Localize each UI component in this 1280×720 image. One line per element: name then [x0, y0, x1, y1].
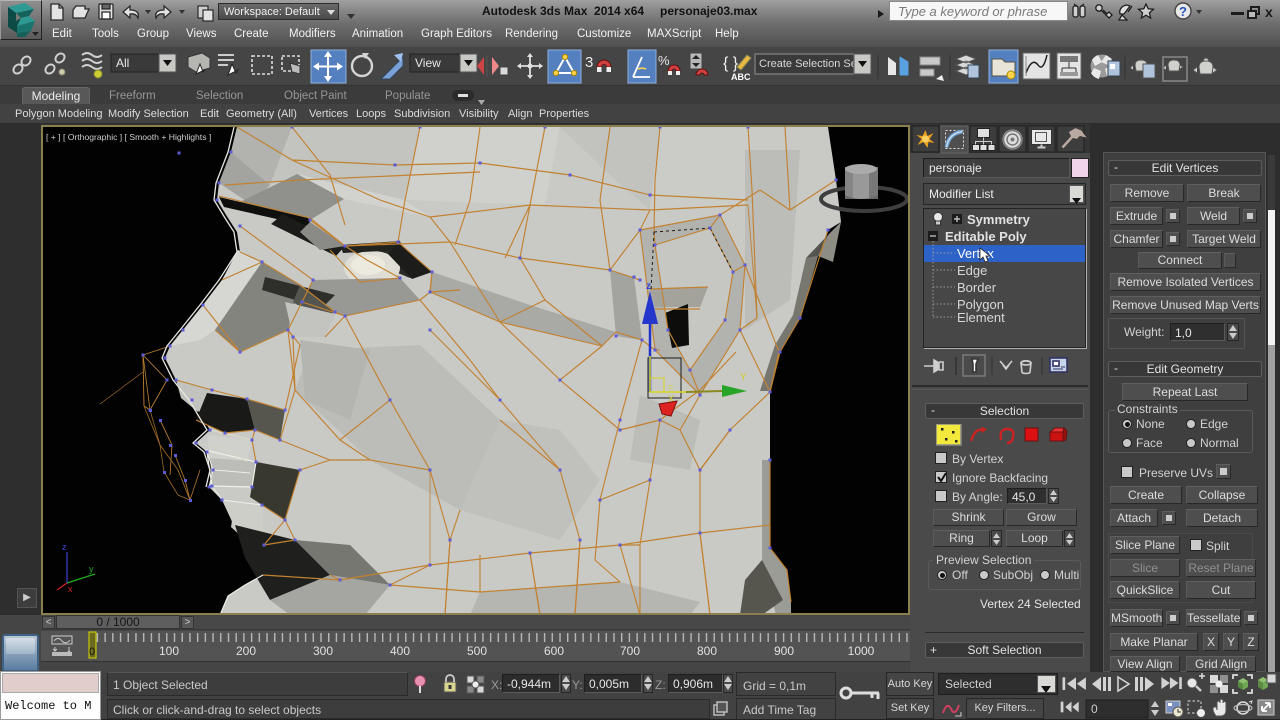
svg-text:Edge: Edge — [957, 263, 987, 278]
svg-text:200: 200 — [236, 644, 256, 658]
svg-text:=: = — [668, 382, 673, 392]
svg-text:?: ? — [1179, 4, 1187, 19]
svg-text:100: 100 — [159, 644, 179, 658]
svg-text:{ }: { } — [723, 55, 739, 72]
svg-text:Symmetry: Symmetry — [967, 212, 1031, 227]
svg-text:0: 0 — [1091, 702, 1098, 716]
svg-text:300: 300 — [313, 644, 333, 658]
svg-text:ABC: ABC — [731, 72, 751, 82]
svg-text:[ + ] [ Orthographic ] [ Smoot: [ + ] [ Orthographic ] [ Smooth + Highli… — [46, 132, 211, 142]
svg-text:z: z — [62, 542, 67, 552]
svg-text:600: 600 — [544, 644, 564, 658]
svg-text:800: 800 — [697, 644, 717, 658]
svg-text:Y: Y — [740, 372, 747, 383]
svg-text:500: 500 — [467, 644, 487, 658]
svg-text:1000: 1000 — [848, 644, 875, 658]
svg-text:Editable Poly: Editable Poly — [945, 229, 1027, 244]
svg-text:x: x — [68, 584, 73, 594]
svg-text:%: % — [658, 53, 670, 68]
svg-text:400: 400 — [390, 644, 410, 658]
svg-text:Border: Border — [957, 280, 997, 295]
svg-text:Element: Element — [957, 310, 1005, 325]
svg-text:700: 700 — [620, 644, 640, 658]
svg-text:All: All — [116, 56, 129, 70]
svg-text:View: View — [415, 56, 441, 70]
svg-text:3: 3 — [585, 54, 593, 71]
svg-text:Create Selection Se: Create Selection Se — [759, 58, 857, 70]
svg-text:z: z — [646, 281, 651, 292]
svg-text:0: 0 — [89, 646, 95, 658]
svg-text:Vertex: Vertex — [957, 246, 994, 261]
svg-text:900: 900 — [774, 644, 794, 658]
svg-text:y: y — [89, 564, 94, 574]
